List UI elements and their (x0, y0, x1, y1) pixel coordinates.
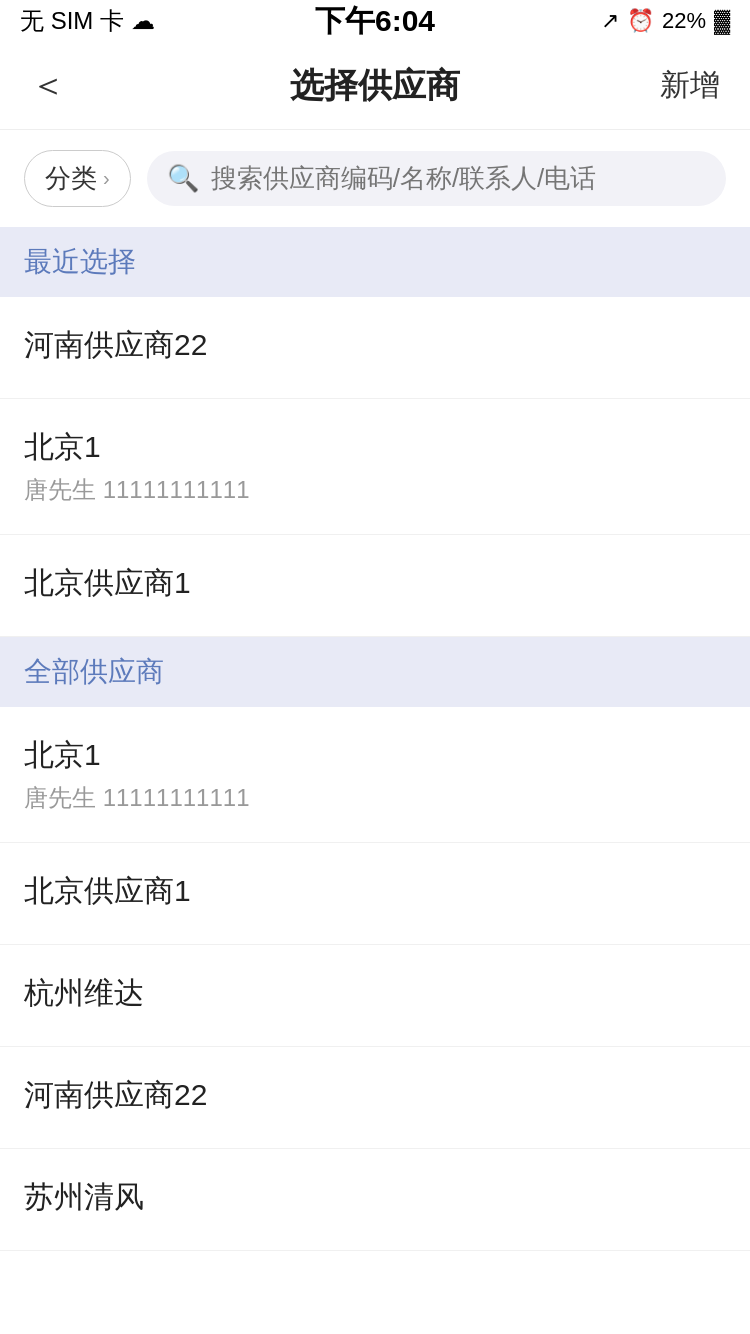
list-item[interactable]: 北京1 唐先生 11111111111 (0, 399, 750, 535)
all-section-header: 全部供应商 (0, 637, 750, 707)
list-item[interactable]: 苏州清风 (0, 1149, 750, 1251)
alarm-icon: ⏰ (627, 8, 654, 34)
search-box[interactable]: 🔍 (147, 151, 726, 206)
item-name: 河南供应商22 (24, 1075, 726, 1116)
list-item[interactable]: 河南供应商22 (0, 1047, 750, 1149)
item-name: 北京供应商1 (24, 563, 726, 604)
item-name: 苏州清风 (24, 1177, 726, 1218)
status-bar: 无 SIM 卡 ☁ 下午6:04 ↗ ⏰ 22% ▓ (0, 0, 750, 42)
status-right: ↗ ⏰ 22% ▓ (601, 8, 730, 34)
list-item[interactable]: 河南供应商22 (0, 297, 750, 399)
nav-bar: ＜ 选择供应商 新增 (0, 42, 750, 130)
category-label: 分类 (45, 161, 97, 196)
battery-text: 22% (662, 8, 706, 34)
list-item[interactable]: 北京供应商1 (0, 535, 750, 637)
item-sub: 唐先生 11111111111 (24, 782, 726, 814)
item-name: 北京1 (24, 427, 726, 468)
search-icon: 🔍 (167, 163, 199, 194)
recent-list: 河南供应商22 北京1 唐先生 11111111111 北京供应商1 (0, 297, 750, 637)
recent-section-header: 最近选择 (0, 227, 750, 297)
chevron-right-icon: › (103, 167, 110, 190)
list-item[interactable]: 杭州维达 (0, 945, 750, 1047)
no-sim-text: 无 SIM 卡 ☁ (20, 5, 155, 37)
page-title: 选择供应商 (290, 63, 460, 109)
search-input[interactable] (211, 163, 706, 194)
filter-row: 分类 › 🔍 (0, 130, 750, 227)
location-icon: ↗ (601, 8, 619, 34)
item-name: 北京供应商1 (24, 871, 726, 912)
list-item[interactable]: 北京1 唐先生 11111111111 (0, 707, 750, 843)
add-button[interactable]: 新增 (660, 65, 720, 106)
list-item[interactable]: 北京供应商1 (0, 843, 750, 945)
item-name: 河南供应商22 (24, 325, 726, 366)
battery-icon: ▓ (714, 8, 730, 34)
item-sub: 唐先生 11111111111 (24, 474, 726, 506)
category-button[interactable]: 分类 › (24, 150, 131, 207)
item-name: 北京1 (24, 735, 726, 776)
back-button[interactable]: ＜ (30, 61, 90, 110)
status-left: 无 SIM 卡 ☁ (20, 5, 155, 37)
status-time: 下午6:04 (315, 1, 435, 42)
item-name: 杭州维达 (24, 973, 726, 1014)
all-list: 北京1 唐先生 11111111111 北京供应商1 杭州维达河南供应商22 苏州清风 (0, 707, 750, 1251)
